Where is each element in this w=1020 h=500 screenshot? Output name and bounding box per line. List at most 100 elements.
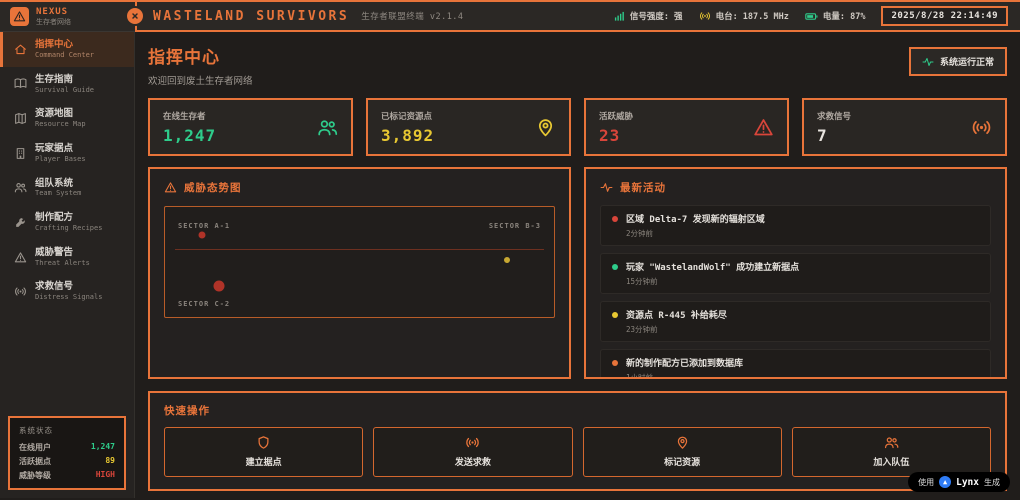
sidebar-item-label: 指挥中心 <box>35 39 74 50</box>
sidebar-item-crafting-recipes[interactable]: 制作配方 Crafting Recipes <box>0 205 134 240</box>
sidebar-item-survival-guide[interactable]: 生存指南 Survival Guide <box>0 67 134 102</box>
sidebar-item-sublabel: Player Bases <box>35 154 86 163</box>
app-subtitle: 生存者联盟终端 v2.1.4 <box>361 12 464 22</box>
stat-label: 在线生存者 <box>163 111 206 122</box>
quick-actions-title: 快速操作 <box>164 405 210 417</box>
sector-label-a1: SECTOR A-1 <box>178 222 231 230</box>
active-bases-value: 89 <box>105 456 115 465</box>
send-distress-button[interactable]: 发送求救 <box>373 427 573 477</box>
logo-area: NEXUS 生存者网络 <box>0 2 135 32</box>
sidebar-collapse-button[interactable] <box>125 6 145 26</box>
broadcast-icon <box>465 435 480 450</box>
system-ok-button[interactable]: 系统运行正常 <box>908 47 1007 76</box>
stat-value: 1,247 <box>163 125 217 145</box>
status-row-online-users: 在线用户 1,247 <box>19 442 115 452</box>
activity-dot <box>612 359 618 366</box>
battery-icon <box>805 10 818 23</box>
sidebar-item-player-bases[interactable]: 玩家据点 Player Bases <box>0 136 134 171</box>
activity-dot <box>612 263 618 270</box>
activity-item: 玩家 "WastelandWolf" 成功建立新据点 15分钟前 <box>600 253 991 294</box>
stat-label: 求救信号 <box>817 111 852 122</box>
stat-card-active-threats[interactable]: 活跃威胁 23 <box>584 98 789 156</box>
users-icon <box>884 435 899 450</box>
sidebar-item-threat-alerts[interactable]: 威胁警告 Threat Alerts <box>0 240 134 275</box>
pulse-icon <box>600 181 613 194</box>
wrench-icon <box>14 216 27 229</box>
sidebar-item-sublabel: Distress Signals <box>35 293 103 302</box>
logo-name: NEXUS <box>36 6 69 17</box>
online-users-value: 1,247 <box>90 442 115 451</box>
broadcast-icon <box>971 117 992 138</box>
sidebar-item-sublabel: Team System <box>35 189 82 198</box>
app-title: WASTELAND SURVIVORS <box>153 8 350 24</box>
pin-icon <box>535 117 556 138</box>
stat-card-online-survivors[interactable]: 在线生存者 1,247 <box>148 98 353 156</box>
status-row-active-bases: 活跃据点 89 <box>19 456 115 466</box>
stat-value: 23 <box>599 125 621 145</box>
activity-dot <box>612 311 618 318</box>
sidebar-item-label: 求救信号 <box>35 281 74 293</box>
stat-value: 3,892 <box>381 125 435 145</box>
stat-card-distress-signals[interactable]: 求救信号 7 <box>802 98 1007 156</box>
stats-row: 在线生存者 1,247 已标记资源点 3,892 活跃威胁 23 求救信号 7 <box>148 98 1007 156</box>
signal-strength-label: 信号强度: 强 <box>629 12 683 22</box>
lynx-badge[interactable]: 使用 ▲ Lynx 生成 <box>908 472 1010 492</box>
threat-level-value: HIGH <box>95 470 115 479</box>
radio-label: 电台: 187.5 MHz <box>715 12 789 22</box>
signal-strength-status: 信号强度: 强 <box>614 10 683 22</box>
shield-icon <box>256 435 271 450</box>
sidebar-item-distress-signals[interactable]: 求救信号 Distress Signals <box>0 274 134 309</box>
activity-time: 2分钟前 <box>626 229 654 238</box>
users-icon <box>317 117 338 138</box>
map-icon <box>14 112 27 125</box>
building-icon <box>14 147 27 160</box>
quick-actions-panel: 快速操作 建立据点 发送求救 标记资源 加入队伍 <box>148 391 1007 491</box>
pin-icon <box>675 435 690 450</box>
sidebar-item-label: 生存指南 <box>35 73 74 85</box>
establish-base-button[interactable]: 建立据点 <box>164 427 364 477</box>
home-icon <box>14 43 27 56</box>
threat-map-panel: 威胁态势图 SECTOR A-1 SECTOR B-3 SECTOR C-2 <box>148 167 571 379</box>
users-icon <box>14 181 27 194</box>
activity-title: 最新活动 <box>620 182 666 194</box>
stat-card-marked-resources[interactable]: 已标记资源点 3,892 <box>366 98 571 156</box>
sidebar-item-team-system[interactable]: 组队系统 Team System <box>0 171 134 206</box>
sidebar-item-command-center[interactable]: 指挥中心 Command Center <box>0 32 134 67</box>
battery-status: 电量: 87% <box>805 10 866 23</box>
sidebar-item-label: 玩家据点 <box>35 142 74 154</box>
battery-label: 电量: 87% <box>822 12 866 22</box>
warning-icon <box>164 181 177 194</box>
sidebar-item-sublabel: Resource Map <box>35 120 86 129</box>
sidebar-item-sublabel: Command Center <box>35 50 95 59</box>
sidebar-item-resource-map[interactable]: 资源地图 Resource Map <box>0 101 134 136</box>
join-team-button[interactable]: 加入队伍 <box>791 427 991 477</box>
threat-map-title: 威胁态势图 <box>184 182 242 194</box>
stat-value: 7 <box>817 125 828 145</box>
sector-label-b3: SECTOR B-3 <box>488 222 541 230</box>
pulse-icon <box>922 56 934 68</box>
activity-item: 新的制作配方已添加到数据库 1小时前 <box>600 349 991 379</box>
sidebar-item-sublabel: Threat Alerts <box>35 258 90 267</box>
signal-bars-icon <box>614 11 625 22</box>
sidebar-item-label: 组队系统 <box>35 177 74 189</box>
stat-label: 已标记资源点 <box>381 111 433 122</box>
sidebar: 指挥中心 Command Center 生存指南 Survival Guide 资源… <box>0 32 135 498</box>
sidebar-item-sublabel: Survival Guide <box>35 85 95 94</box>
activity-time: 1小时前 <box>626 373 654 379</box>
mark-resource-button[interactable]: 标记资源 <box>582 427 782 477</box>
warning-icon <box>14 251 27 264</box>
threat-map: SECTOR A-1 SECTOR B-3 SECTOR C-2 <box>164 206 555 318</box>
sidebar-item-label: 资源地图 <box>35 108 74 120</box>
sidebar-item-label: 制作配方 <box>35 212 74 224</box>
system-status-title: 系统状态 <box>19 426 53 435</box>
threat-dot <box>198 231 206 238</box>
threat-dot <box>504 256 511 263</box>
system-status-panel: 系统状态 在线用户 1,247 活跃据点 89 威胁等级 HIGH <box>8 416 126 490</box>
stat-label: 活跃威胁 <box>599 111 634 122</box>
radio-status: 电台: 187.5 MHz <box>699 10 789 22</box>
activity-time: 23分钟前 <box>626 325 658 334</box>
map-divider <box>175 248 544 250</box>
activity-item: 资源点 R-445 补给耗尽 23分钟前 <box>600 301 991 342</box>
lynx-logo-icon: ▲ <box>939 476 952 488</box>
top-bar-main: WASTELAND SURVIVORS 生存者联盟终端 v2.1.4 信号强度:… <box>125 2 1020 32</box>
